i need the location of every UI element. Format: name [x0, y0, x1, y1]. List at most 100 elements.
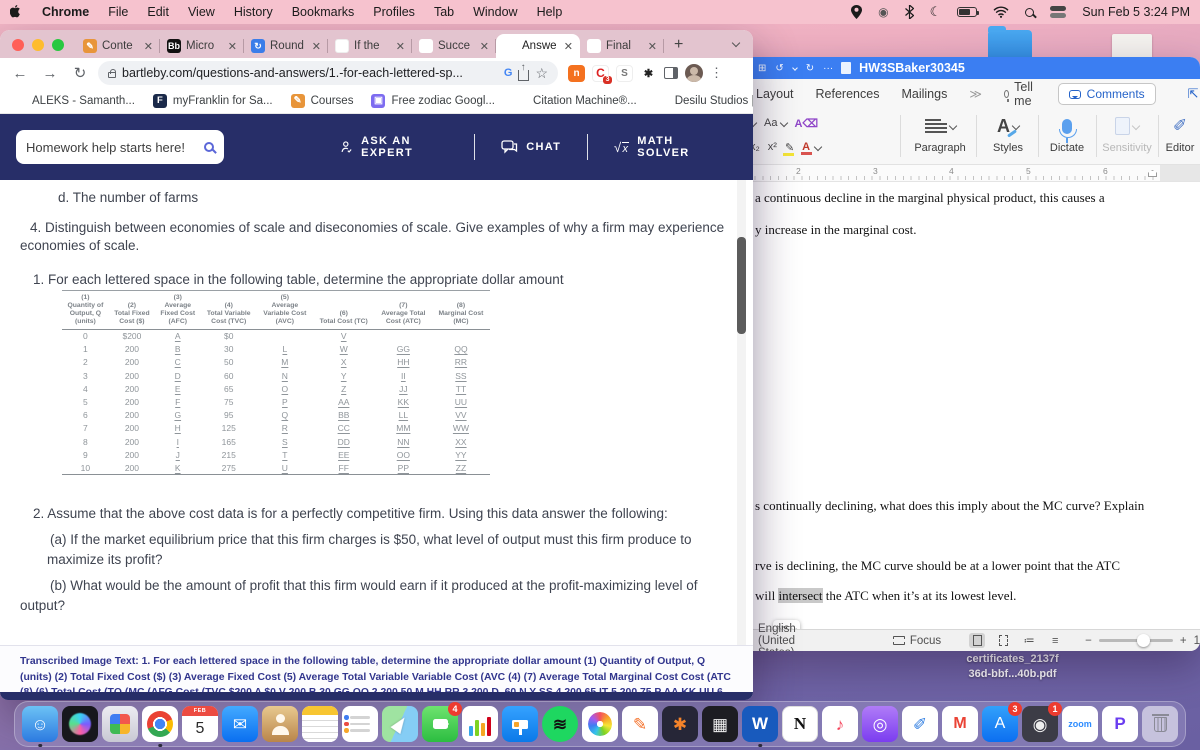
security-pin-icon[interactable]: [851, 5, 863, 19]
dock-word-icon[interactable]: W: [742, 706, 778, 747]
menu-tab[interactable]: Tab: [434, 5, 454, 19]
paragraph-group[interactable]: Paragraph: [908, 113, 972, 154]
word-title-bar[interactable]: ⊞ ↺ ↻ ··· HW3SBaker30345: [700, 57, 1200, 79]
dock-music-icon[interactable]: ♪: [822, 706, 858, 742]
profile-avatar[interactable]: [685, 64, 703, 82]
indent-marker[interactable]: [1148, 170, 1157, 177]
draft-view-button[interactable]: ≡: [1047, 633, 1063, 648]
dock-starburst-app-icon[interactable]: ✱: [662, 706, 698, 742]
dock-gmail-icon[interactable]: M: [942, 706, 978, 742]
new-tab-button[interactable]: +: [674, 36, 683, 54]
more-icon[interactable]: ···: [823, 63, 833, 74]
close-tab-icon[interactable]: ✕: [564, 40, 573, 53]
dock-keynote-icon[interactable]: [502, 706, 538, 742]
extension-icon-orange[interactable]: n: [568, 64, 585, 82]
dock-pages-icon[interactable]: ✎: [622, 706, 658, 742]
chevron-down-icon[interactable]: [791, 65, 798, 71]
dock-launchpad-icon[interactable]: [102, 706, 138, 742]
back-button[interactable]: ←: [8, 65, 32, 82]
document-page[interactable]: a continuous decline in the marginal phy…: [700, 182, 1200, 639]
extension-icon-c[interactable]: C3: [592, 64, 612, 84]
comments-button[interactable]: Comments: [1057, 83, 1156, 105]
language-status[interactable]: English (United States): [758, 623, 827, 652]
menu-bookmarks[interactable]: Bookmarks: [292, 5, 355, 19]
scrollbar-thumb[interactable]: [737, 237, 746, 334]
dock-finder-icon[interactable]: ☺: [22, 706, 58, 747]
menu-help[interactable]: Help: [537, 5, 563, 19]
menu-app-name[interactable]: Chrome: [42, 5, 89, 19]
tab-bartleby-active[interactable]: b Answe ✕: [496, 34, 580, 58]
minimize-window-button[interactable]: [32, 39, 44, 51]
bookmark-zodiac[interactable]: ▣ Free zodiac Googl...: [371, 93, 495, 108]
url-text[interactable]: bartleby.com/questions-and-answers/1.-fo…: [122, 66, 498, 80]
dock-notes-icon[interactable]: [302, 706, 338, 742]
dock-drawing-app-icon[interactable]: ✐: [902, 706, 938, 742]
dock-spotify-icon[interactable]: ≋: [542, 706, 578, 742]
dock-photo-booth-icon[interactable]: ◉ 1: [1022, 702, 1062, 742]
bookmark-aleks[interactable]: A ALEKS - Samanth...: [12, 93, 135, 108]
control-center-icon[interactable]: [1050, 6, 1067, 18]
dock-mail-icon[interactable]: ✉: [222, 706, 258, 742]
close-tab-icon[interactable]: ✕: [480, 40, 489, 53]
tab-mailings[interactable]: Mailings: [901, 87, 947, 101]
tab-quizlet[interactable]: Q Final ✕: [580, 34, 664, 58]
dock-photos-icon[interactable]: [582, 706, 618, 742]
ruler[interactable]: 2 3 4 5 6 7: [700, 165, 1200, 182]
math-solver-button[interactable]: √x MATH SOLVER: [588, 135, 737, 159]
superscript-button[interactable]: x²: [768, 141, 777, 153]
ask-an-expert-button[interactable]: ASK AN EXPERT: [314, 135, 474, 159]
bluetooth-icon[interactable]: [904, 5, 914, 19]
bookmark-star-icon[interactable]: ☆: [535, 65, 548, 82]
search-icon[interactable]: [203, 142, 214, 152]
menu-bar-clock[interactable]: Sun Feb 5 3:24 PM: [1082, 5, 1190, 19]
tell-me-button[interactable]: Tell me: [1003, 80, 1036, 108]
dictate-group[interactable]: Dictate: [1042, 113, 1092, 154]
highlight-button[interactable]: ✎: [783, 141, 795, 156]
styles-group[interactable]: A Styles: [982, 113, 1034, 155]
share-icon[interactable]: [518, 62, 530, 81]
undo-icon[interactable]: ↺: [775, 63, 783, 74]
creative-cloud-icon[interactable]: ◉: [878, 5, 888, 19]
share-icon[interactable]: ⇱: [1188, 86, 1199, 102]
tab-round[interactable]: ↻ Round ✕: [244, 34, 328, 58]
dock-podcasts-icon[interactable]: ◎: [862, 706, 898, 742]
do-not-disturb-moon-icon[interactable]: ☾: [930, 4, 942, 20]
redo-icon[interactable]: ↻: [806, 63, 814, 74]
tab-search-chevron-icon[interactable]: [731, 33, 741, 51]
tab-contents[interactable]: ✎ Conte ✕: [76, 34, 160, 58]
dock-trash-icon[interactable]: [1142, 706, 1178, 742]
chrome-menu-icon[interactable]: ⋮: [710, 65, 723, 81]
outline-view-button[interactable]: ≔: [1021, 633, 1037, 648]
tab-references[interactable]: References: [816, 87, 880, 101]
dock-maps-icon[interactable]: [382, 706, 418, 742]
change-case-button[interactable]: Aa: [764, 117, 788, 129]
dock-app-store-icon[interactable]: A3: [982, 702, 1022, 742]
dock-siri-icon[interactable]: [62, 706, 98, 742]
selected-word[interactable]: intersect: [778, 588, 823, 603]
tab-layout[interactable]: Layout: [756, 87, 794, 101]
zoom-out-button[interactable]: −: [1085, 635, 1092, 647]
dock-calendar-icon[interactable]: FEB 5: [182, 706, 218, 742]
bookmark-citation[interactable]: V Citation Machine®...: [513, 93, 637, 108]
menu-history[interactable]: History: [234, 5, 273, 19]
menu-edit[interactable]: Edit: [147, 5, 169, 19]
close-tab-icon[interactable]: ✕: [648, 40, 657, 53]
apple-menu-icon[interactable]: [10, 4, 23, 20]
focus-button[interactable]: Focus: [892, 635, 941, 647]
zoom-slider[interactable]: [1098, 633, 1173, 647]
extension-icon-s[interactable]: S: [616, 64, 633, 82]
word-quick-access[interactable]: ⊞ ↺ ↻ ···: [758, 63, 833, 74]
battery-icon[interactable]: [957, 7, 980, 17]
dock-numbers-icon[interactable]: [462, 706, 498, 742]
bookmark-courses[interactable]: ✎ Courses: [290, 93, 353, 108]
tabs-overflow-icon[interactable]: ≫: [969, 87, 982, 101]
zoom-slider-knob[interactable]: [1136, 633, 1150, 647]
close-tab-icon[interactable]: ✕: [396, 40, 405, 53]
close-tab-icon[interactable]: ✕: [144, 40, 153, 53]
address-bar[interactable]: bartleby.com/questions-and-answers/1.-fo…: [98, 61, 558, 85]
menu-window[interactable]: Window: [473, 5, 517, 19]
bookmark-myfranklin[interactable]: FmyFranklin for Sa...: [152, 93, 273, 108]
dock-facetime-icon[interactable]: 4: [422, 702, 462, 742]
menu-file[interactable]: File: [108, 5, 128, 19]
dock-notion-icon[interactable]: N: [782, 706, 818, 742]
